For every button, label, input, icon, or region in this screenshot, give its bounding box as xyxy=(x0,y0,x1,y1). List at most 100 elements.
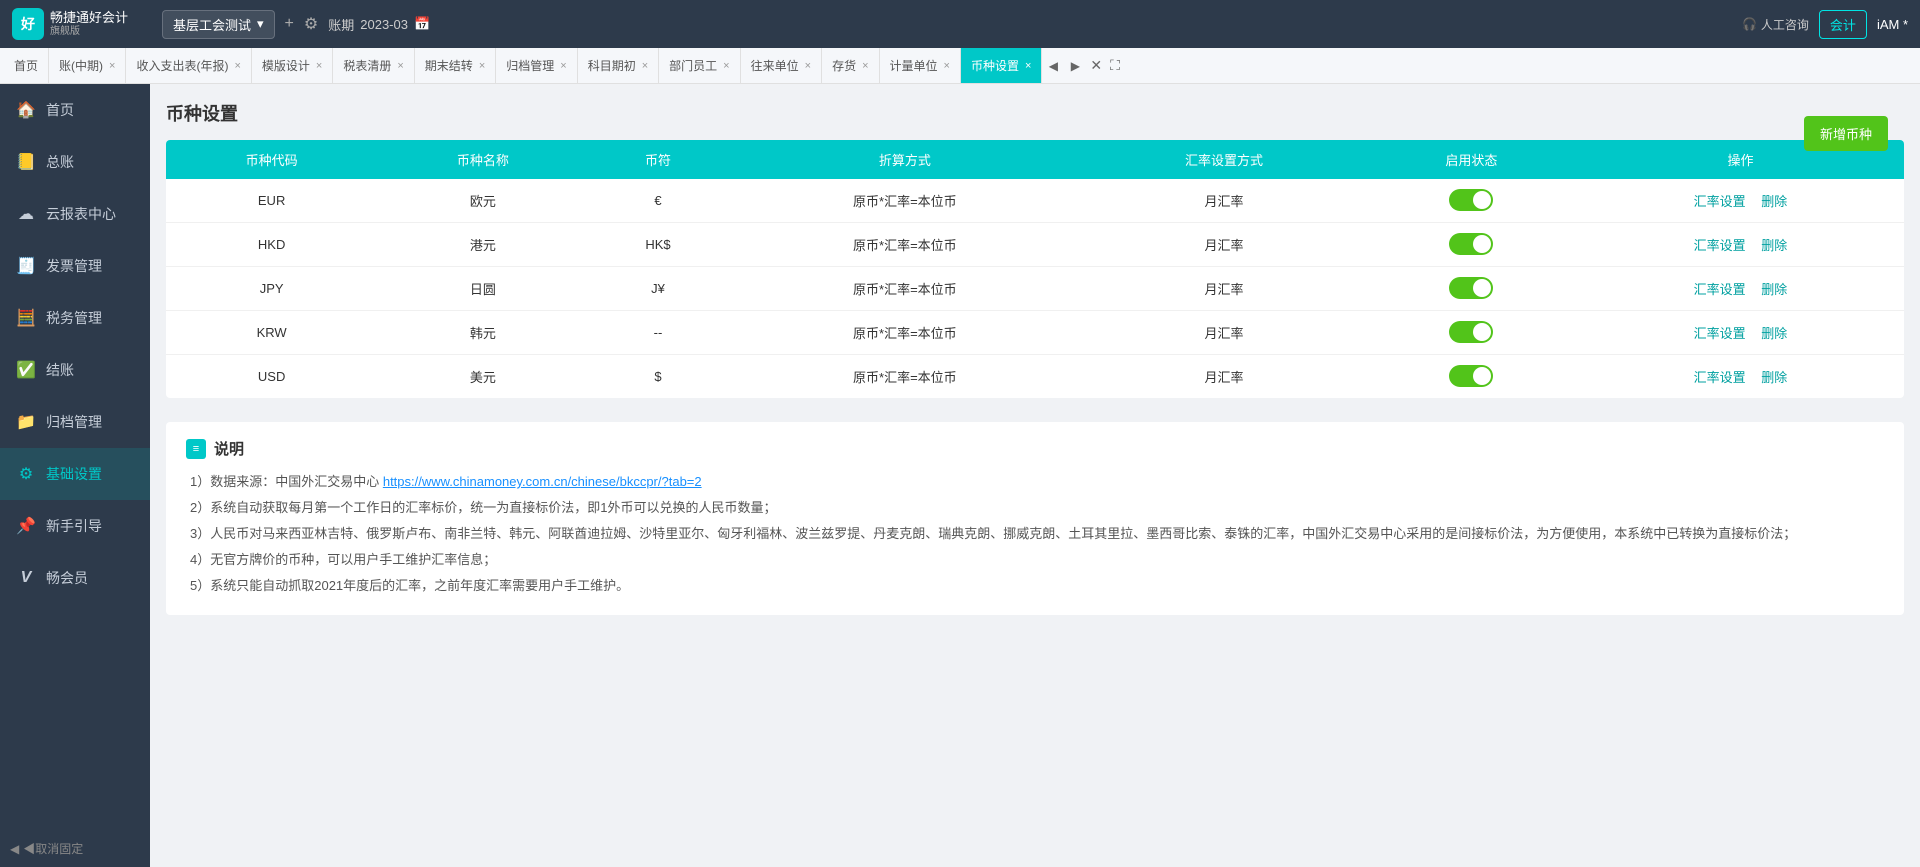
cell-rate-type: 月汇率 xyxy=(1082,355,1366,399)
cell-action: 汇率设置 删除 xyxy=(1577,355,1904,399)
rate-setting-link[interactable]: 汇率设置 xyxy=(1694,326,1746,341)
notice-item: 1）数据来源：中国外汇交易中心 https://www.chinamoney.c… xyxy=(186,469,1884,495)
sidebar-item-member[interactable]: V 畅会员 xyxy=(0,552,150,604)
col-calc: 折算方式 xyxy=(727,140,1082,179)
tab-prev-btn[interactable]: ◀ xyxy=(1042,55,1064,77)
cell-name: 港元 xyxy=(377,223,588,267)
top-bar: 好 畅捷通好会计 旗舰版 基层工会测试 ▾ + ⚙ 账期 2023-03 📅 🎧… xyxy=(0,0,1920,48)
sidebar-item-tax[interactable]: 🧮 税务管理 xyxy=(0,292,150,344)
toggle-switch[interactable] xyxy=(1449,277,1493,299)
toggle-knob xyxy=(1473,323,1491,341)
cell-toggle xyxy=(1366,223,1577,267)
cell-code: EUR xyxy=(166,179,377,223)
tab-close-tax[interactable]: × xyxy=(397,60,403,72)
tab-template[interactable]: 模版设计 × xyxy=(252,48,333,83)
tab-close-zhongqi[interactable]: × xyxy=(109,60,115,72)
sidebar-item-ledger[interactable]: 📒 总账 xyxy=(0,136,150,188)
toggle-switch[interactable] xyxy=(1449,233,1493,255)
rate-setting-link[interactable]: 汇率设置 xyxy=(1694,194,1746,209)
tab-subject[interactable]: 科目期初 × xyxy=(578,48,659,83)
rate-setting-link[interactable]: 汇率设置 xyxy=(1694,238,1746,253)
toggle-switch[interactable] xyxy=(1449,189,1493,211)
cell-action: 汇率设置 删除 xyxy=(1577,223,1904,267)
workspace-selector[interactable]: 基层工会测试 ▾ xyxy=(162,10,275,39)
logo-text: 畅捷通好会计 旗舰版 xyxy=(50,10,128,38)
notice-icon: ≡ xyxy=(186,439,206,459)
cell-symbol: $ xyxy=(589,355,728,399)
tab-next-btn[interactable]: ▶ xyxy=(1064,55,1086,77)
cell-name: 韩元 xyxy=(377,311,588,355)
table-header: 币种代码 币种名称 币符 折算方式 汇率设置方式 启用状态 操作 xyxy=(166,140,1904,179)
sidebar-item-invoice[interactable]: 🧾 发票管理 xyxy=(0,240,150,292)
delete-link[interactable]: 删除 xyxy=(1761,238,1787,253)
sidebar-pin-btn[interactable]: ◀ ◀取消固定 xyxy=(0,830,150,867)
tab-close-unit[interactable]: × xyxy=(944,60,950,72)
tab-inventory[interactable]: 存货 × xyxy=(822,48,879,83)
delete-link[interactable]: 删除 xyxy=(1761,326,1787,341)
tab-unit[interactable]: 计量单位 × xyxy=(880,48,961,83)
sidebar-item-reports[interactable]: ☁ 云报表中心 xyxy=(0,188,150,240)
cell-calc: 原币*汇率=本位币 xyxy=(727,267,1082,311)
add-icon[interactable]: + xyxy=(285,15,294,33)
tab-close-archive[interactable]: × xyxy=(560,60,566,72)
tab-close-contacts[interactable]: × xyxy=(805,60,811,72)
tab-period-end[interactable]: 期末结转 × xyxy=(415,48,496,83)
rate-setting-link[interactable]: 汇率设置 xyxy=(1694,370,1746,385)
tab-close-period[interactable]: × xyxy=(479,60,485,72)
tab-home[interactable]: 首页 xyxy=(4,48,49,83)
settings-icon[interactable]: ⚙ xyxy=(304,14,318,34)
tab-zhongqi[interactable]: 账(中期) × xyxy=(49,48,126,83)
tab-close-currency[interactable]: × xyxy=(1025,60,1031,72)
tab-close-all-btn[interactable]: ✕ xyxy=(1086,57,1106,74)
tab-contacts[interactable]: 往来单位 × xyxy=(741,48,822,83)
tab-tax[interactable]: 税表清册 × xyxy=(333,48,414,83)
delete-link[interactable]: 删除 xyxy=(1761,282,1787,297)
headset-icon: 🎧 xyxy=(1742,17,1757,31)
tab-close-inventory[interactable]: × xyxy=(862,60,868,72)
sidebar-item-checkout[interactable]: ✅ 结账 xyxy=(0,344,150,396)
new-currency-button[interactable]: 新增币种 xyxy=(1804,116,1888,151)
tab-income[interactable]: 收入支出表(年报) × xyxy=(126,48,251,83)
tab-currency[interactable]: 币种设置 × xyxy=(961,48,1042,83)
tax-icon: 🧮 xyxy=(16,308,36,328)
cell-code: JPY xyxy=(166,267,377,311)
rate-setting-link[interactable]: 汇率设置 xyxy=(1694,282,1746,297)
tab-close-subject[interactable]: × xyxy=(642,60,648,72)
cell-symbol: J¥ xyxy=(589,267,728,311)
cell-action: 汇率设置 删除 xyxy=(1577,311,1904,355)
tab-close-template[interactable]: × xyxy=(316,60,322,72)
sidebar-item-settings[interactable]: ⚙ 基础设置 xyxy=(0,448,150,500)
delete-link[interactable]: 删除 xyxy=(1761,370,1787,385)
currency-table: 币种代码 币种名称 币符 折算方式 汇率设置方式 启用状态 操作 EUR 欧元 … xyxy=(166,140,1904,398)
toggle-switch[interactable] xyxy=(1449,365,1493,387)
tab-close-income[interactable]: × xyxy=(234,60,240,72)
cell-action: 汇率设置 删除 xyxy=(1577,179,1904,223)
cell-name: 欧元 xyxy=(377,179,588,223)
table-row: JPY 日圆 J¥ 原币*汇率=本位币 月汇率 汇率设置 删除 xyxy=(166,267,1904,311)
cell-code: HKD xyxy=(166,223,377,267)
content-wrapper: 币种设置 新增币种 币种代码 币种名称 币符 折算方式 汇率设置方式 启用状态 … xyxy=(166,100,1904,615)
tab-close-dept[interactable]: × xyxy=(723,60,729,72)
tab-archive[interactable]: 归档管理 × xyxy=(496,48,577,83)
sidebar-item-home[interactable]: 🏠 首页 xyxy=(0,84,150,136)
table-row: HKD 港元 HK$ 原币*汇率=本位币 月汇率 汇率设置 删除 xyxy=(166,223,1904,267)
checkout-icon: ✅ xyxy=(16,360,36,380)
support-button[interactable]: 🎧 人工咨询 xyxy=(1742,16,1809,33)
cell-action: 汇率设置 删除 xyxy=(1577,267,1904,311)
cell-rate-type: 月汇率 xyxy=(1082,223,1366,267)
cell-rate-type: 月汇率 xyxy=(1082,267,1366,311)
cell-symbol: € xyxy=(589,179,728,223)
table-row: KRW 韩元 -- 原币*汇率=本位币 月汇率 汇率设置 删除 xyxy=(166,311,1904,355)
tab-expand-btn[interactable]: ⛶ xyxy=(1106,57,1124,74)
sidebar-item-guide[interactable]: 📌 新手引导 xyxy=(0,500,150,552)
accounting-button[interactable]: 会计 xyxy=(1819,10,1867,39)
cloud-icon: ☁ xyxy=(16,204,36,224)
delete-link[interactable]: 删除 xyxy=(1761,194,1787,209)
sidebar-item-archive[interactable]: 📁 归档管理 xyxy=(0,396,150,448)
settings-gear-icon: ⚙ xyxy=(16,464,36,484)
tab-department[interactable]: 部门员工 × xyxy=(659,48,740,83)
notice-link[interactable]: https://www.chinamoney.com.cn/chinese/bk… xyxy=(383,474,702,489)
calendar-icon[interactable]: 📅 xyxy=(414,16,430,32)
toggle-switch[interactable] xyxy=(1449,321,1493,343)
cell-toggle xyxy=(1366,355,1577,399)
